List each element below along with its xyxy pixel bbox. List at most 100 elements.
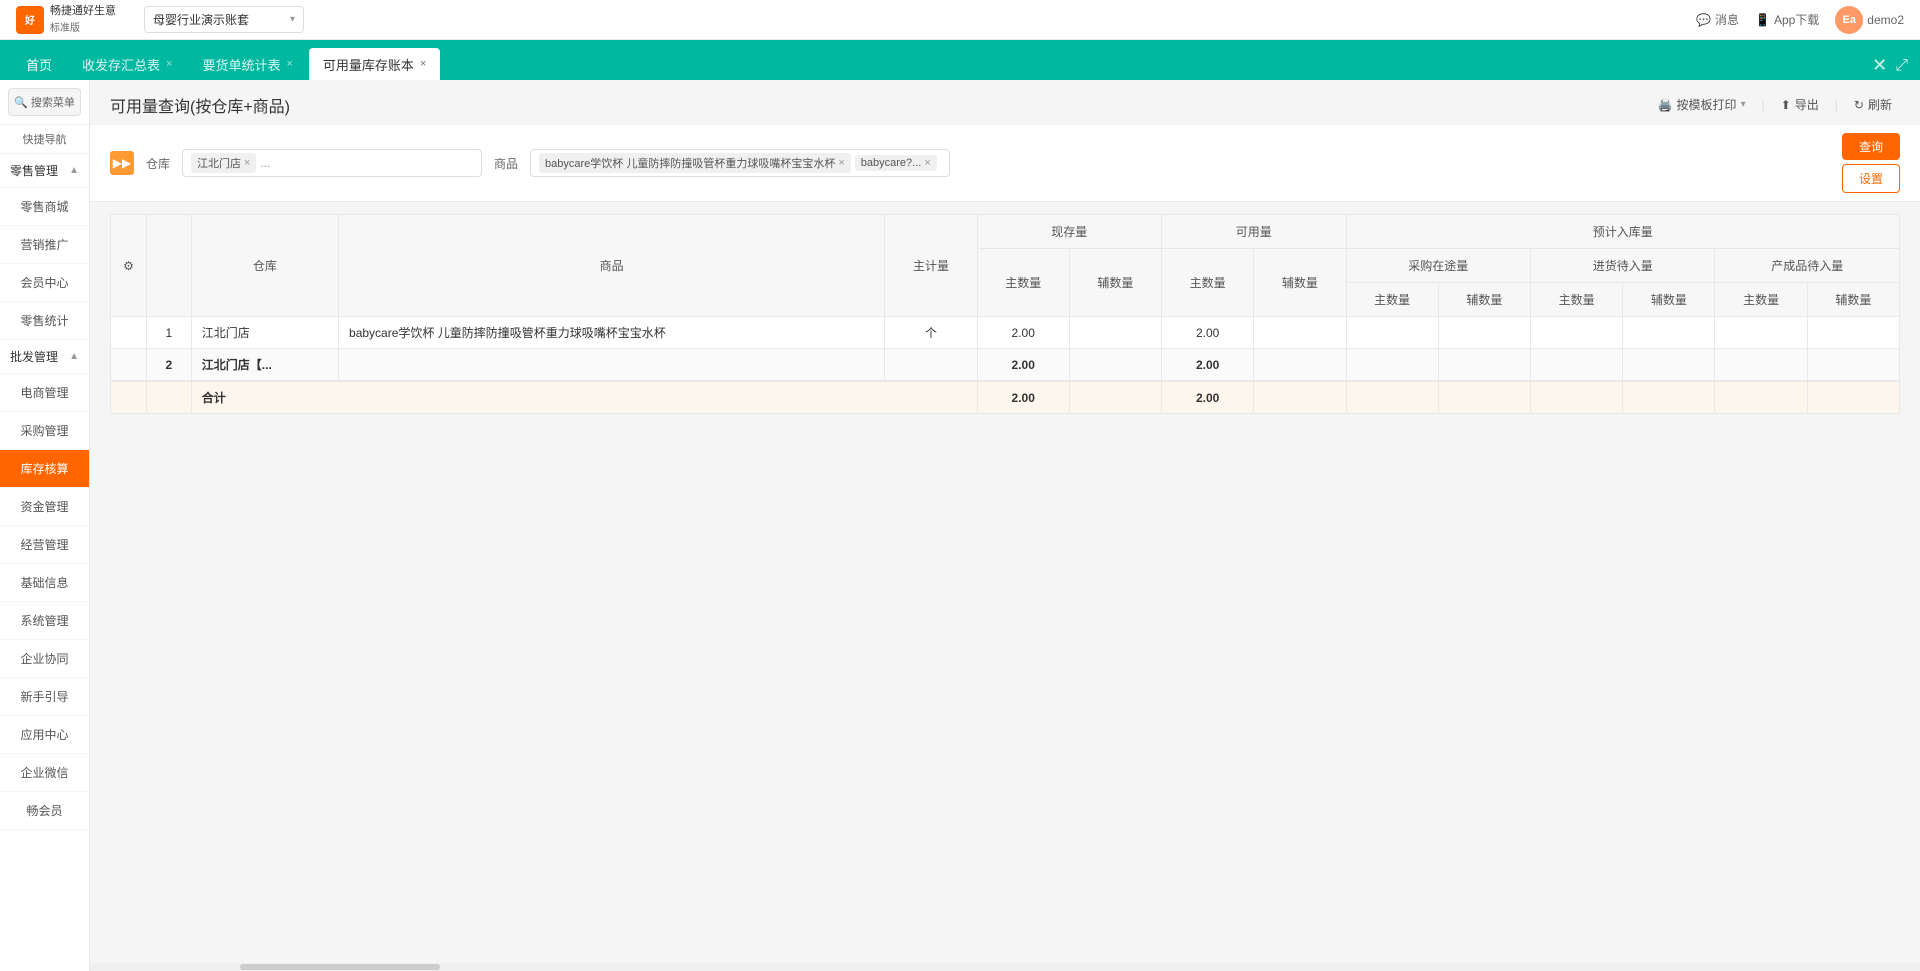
sidebar-item-inventory[interactable]: 库存核算 <box>0 450 89 488</box>
sidebar-item-ecommerce[interactable]: 电商管理 <box>0 374 89 412</box>
sidebar-item-members[interactable]: 会员中心 <box>0 264 89 302</box>
sidebar-item-purchase[interactable]: 采购管理 <box>0 412 89 450</box>
gear-icon[interactable]: ⚙ <box>123 259 134 273</box>
search-menu-btn[interactable]: 🔍 搜索菜单 <box>8 88 81 116</box>
page-header: 可用量查询(按仓库+商品) 🖨️ 按模板打印 ▾ | ⬆ 导出 | ↻ 刷新 <box>90 80 1920 125</box>
sidebar-item-finance[interactable]: 资金管理 <box>0 488 89 526</box>
cell-index-2: 2 <box>147 349 192 382</box>
tab-receiving-summary[interactable]: 收发存汇总表 × <box>68 48 186 80</box>
divider-2: | <box>1835 98 1838 112</box>
th-avail-aux: 辅数量 <box>1254 249 1346 317</box>
horizontal-scrollbar[interactable] <box>90 963 1920 971</box>
cell-gear-2 <box>111 349 147 382</box>
sidebar-item-basic-info[interactable]: 基础信息 <box>0 564 89 602</box>
download-btn[interactable]: 📱 App下载 <box>1755 11 1819 28</box>
filter-area: ▶▶ 仓库 江北门店 × ... 商品 babycare学饮杯 儿童防摔防撞吸管… <box>90 125 1920 202</box>
sidebar-item-operations[interactable]: 经营管理 <box>0 526 89 564</box>
message-label: 消息 <box>1715 11 1739 28</box>
th-stock-aux: 辅数量 <box>1069 249 1161 317</box>
sidebar-item-system[interactable]: 系统管理 <box>0 602 89 640</box>
table-row: 2 江北门店【... 2.00 2.00 <box>111 349 1900 382</box>
footer-stock-aux <box>1069 381 1161 414</box>
print-btn[interactable]: 🖨️ 按模板打印 ▾ <box>1650 92 1754 117</box>
tab-order-stats[interactable]: 要货单统计表 × <box>188 48 306 80</box>
enterprise-label: 母婴行业演示账套 <box>153 11 249 28</box>
cell-unit-1: 个 <box>885 317 977 349</box>
th-production-group: 产成品待入量 <box>1715 249 1900 283</box>
expand-icon[interactable]: ⤢ <box>1895 57 1908 75</box>
cell-stock-aux-1 <box>1069 317 1161 349</box>
divider-1: | <box>1762 98 1765 112</box>
page-actions: 🖨️ 按模板打印 ▾ | ⬆ 导出 | ↻ 刷新 <box>1650 92 1900 117</box>
cell-purchase-aux-2 <box>1438 349 1530 382</box>
top-bar: 好 畅捷通好生意 标准版 母婴行业演示账套 ▾ 💬 消息 📱 App下载 Ea … <box>0 0 1920 40</box>
th-unit: 主计量 <box>885 215 977 317</box>
th-purchase-group: 采购在途量 <box>1346 249 1530 283</box>
logo-text: 畅捷通好生意 <box>50 5 116 18</box>
th-incoming-group: 进货待入量 <box>1530 249 1714 283</box>
table-area: ⚙ 仓库 商品 主计量 现存量 可用量 预计入库量 主数量 辅数量 主数量 <box>90 202 1920 963</box>
cell-incoming-aux-2 <box>1623 349 1715 382</box>
remove-warehouse-tag[interactable]: × <box>244 157 250 169</box>
export-btn[interactable]: ⬆ 导出 <box>1773 92 1827 117</box>
close-tab-order[interactable]: × <box>286 58 292 70</box>
close-tab-available[interactable]: × <box>420 58 426 70</box>
sidebar-item-member-service[interactable]: 畅会员 <box>0 792 89 830</box>
cell-stock-main-2: 2.00 <box>977 349 1069 382</box>
sidebar-item-guide[interactable]: 新手引导 <box>0 678 89 716</box>
cell-prod-main-1 <box>1715 317 1807 349</box>
sidebar-item-enterprise-collab[interactable]: 企业协同 <box>0 640 89 678</box>
tab-available-label: 可用量库存账本 <box>323 55 414 74</box>
remove-product-tag-1[interactable]: × <box>838 157 844 169</box>
close-all-area: ✕ ⤢ <box>1872 55 1908 80</box>
cell-gear <box>111 317 147 349</box>
th-index <box>147 215 192 317</box>
cell-unit-2 <box>885 349 977 382</box>
enterprise-select[interactable]: 母婴行业演示账套 ▾ <box>144 6 304 33</box>
sidebar-search-area: 🔍 搜索菜单 <box>0 80 89 125</box>
download-icon: 📱 <box>1755 13 1770 27</box>
sidebar-item-wholesale-mgmt[interactable]: 批发管理 ▲ <box>0 340 89 374</box>
message-btn[interactable]: 💬 消息 <box>1696 11 1739 28</box>
footer-prod-main <box>1715 381 1807 414</box>
th-forecast-group: 预计入库量 <box>1346 215 1899 249</box>
warehouse-filter-tags[interactable]: 江北门店 × ... <box>182 149 482 177</box>
filter-toggle-btn[interactable]: ▶▶ <box>110 151 134 175</box>
sidebar-item-retail-mall[interactable]: 零售商城 <box>0 188 89 226</box>
user-area[interactable]: Ea demo2 <box>1835 6 1904 34</box>
th-stock-group: 现存量 <box>977 215 1161 249</box>
th-gear: ⚙ <box>111 215 147 317</box>
sidebar: 🔍 搜索菜单 快捷导航 零售管理 ▲ 零售商城 营销推广 会员中心 零售统计 批… <box>0 80 90 971</box>
cell-purchase-main-1 <box>1346 317 1438 349</box>
footer-stock-main: 2.00 <box>977 381 1069 414</box>
cell-prod-aux-2 <box>1807 349 1899 382</box>
sidebar-item-enterprise-wechat[interactable]: 企业微信 <box>0 754 89 792</box>
footer-label: 合计 <box>191 381 977 414</box>
sidebar-item-app-center[interactable]: 应用中心 <box>0 716 89 754</box>
setting-button[interactable]: 设置 <box>1842 164 1900 193</box>
product-label: 商品 <box>494 155 518 172</box>
tab-home-label: 首页 <box>26 55 52 74</box>
tab-home[interactable]: 首页 <box>12 48 66 80</box>
close-all-icon[interactable]: ✕ <box>1872 55 1887 76</box>
cell-prod-aux-1 <box>1807 317 1899 349</box>
product-filter-tags[interactable]: babycare学饮杯 儿童防摔防撞吸管杯重力球吸嘴杯宝宝水杯 × babyca… <box>530 149 950 177</box>
nav-tabs: 首页 收发存汇总表 × 要货单统计表 × 可用量库存账本 × ✕ ⤢ <box>0 40 1920 80</box>
query-button[interactable]: 查询 <box>1842 133 1900 160</box>
warehouse-more-btn[interactable]: ... <box>260 156 270 170</box>
sidebar-item-retail-stats[interactable]: 零售统计 <box>0 302 89 340</box>
tab-available-stock[interactable]: 可用量库存账本 × <box>309 48 440 80</box>
refresh-btn[interactable]: ↻ 刷新 <box>1846 92 1900 117</box>
quick-nav-btn[interactable]: 快捷导航 <box>0 125 89 154</box>
top-bar-right: 💬 消息 📱 App下载 Ea demo2 <box>1696 6 1904 34</box>
th-incoming-aux: 辅数量 <box>1623 283 1715 317</box>
close-tab-receiving[interactable]: × <box>166 58 172 70</box>
th-purchase-aux: 辅数量 <box>1438 283 1530 317</box>
sidebar-item-marketing[interactable]: 营销推广 <box>0 226 89 264</box>
export-label: 导出 <box>1795 96 1819 113</box>
print-chevron: ▾ <box>1741 99 1746 110</box>
sidebar-item-retail-mgmt[interactable]: 零售管理 ▲ <box>0 154 89 188</box>
scroll-thumb[interactable] <box>240 964 440 970</box>
content-area: 可用量查询(按仓库+商品) 🖨️ 按模板打印 ▾ | ⬆ 导出 | ↻ 刷新 <box>90 80 1920 971</box>
remove-product-tag-2[interactable]: × <box>924 157 930 169</box>
